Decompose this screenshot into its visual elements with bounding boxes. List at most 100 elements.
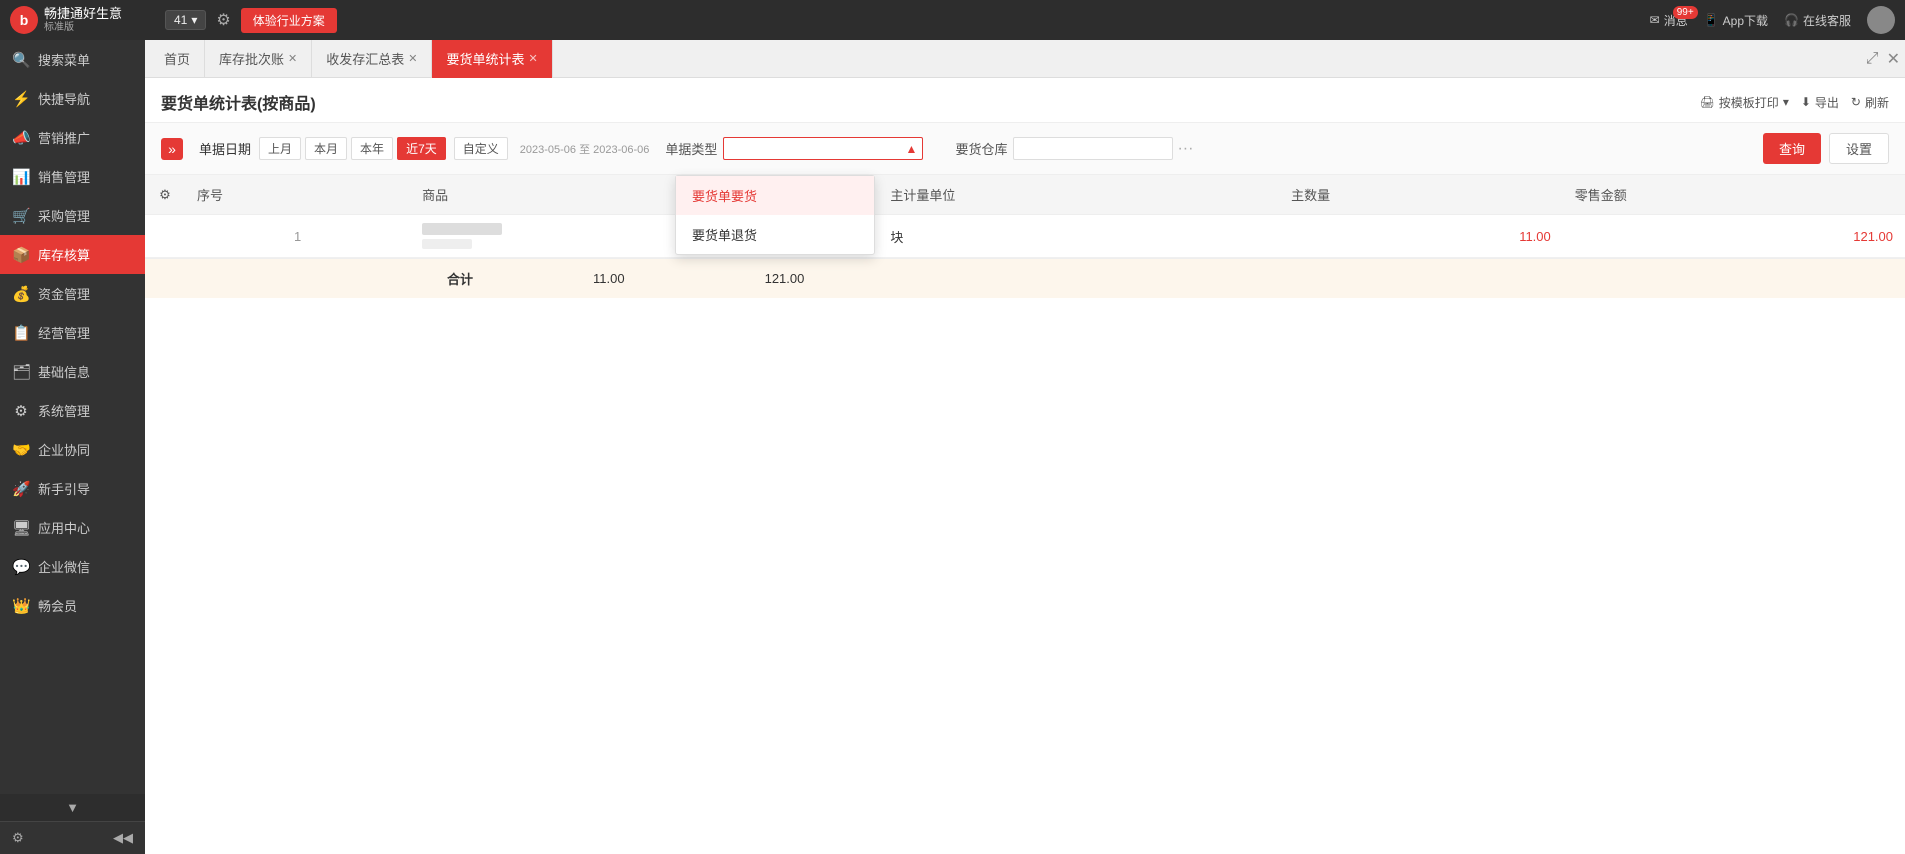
sidebar-item-basic[interactable]: 🗂基础信息 [0, 352, 145, 391]
print-dropdown-icon: ▾ [1783, 95, 1789, 109]
sidebar-item-system[interactable]: ⚙系统管理 [0, 391, 145, 430]
th-amount: 零售金额 [1563, 175, 1905, 215]
content-area: 首页库存批次账 ✕收发存汇总表 ✕要货单统计表 ✕ ⤢ ✕ 要货单统计表(按商品… [145, 40, 1905, 854]
tab-batch-inventory[interactable]: 库存批次账 ✕ [205, 40, 312, 78]
store-selector[interactable]: 41 ▾ [165, 10, 206, 30]
query-button[interactable]: 查询 [1763, 133, 1821, 164]
header-center: 41 ▾ ⚙ 体验行业方案 [155, 8, 1650, 33]
page-header: 要货单统计表(按商品) 🖨 按模板打印 ▾ ⬇ 导出 ↻ 刷新 [145, 78, 1905, 123]
sidebar-icon-system: ⚙ [12, 402, 30, 420]
user-avatar[interactable] [1867, 6, 1895, 34]
trial-button[interactable]: 体验行业方案 [241, 8, 337, 33]
sidebar-item-sales[interactable]: 📊销售管理 [0, 157, 145, 196]
date-btn-last-month[interactable]: 上月 [259, 137, 301, 160]
date-btn-custom[interactable]: 自定义 [454, 137, 508, 160]
sidebar-label-member: 畅会员 [38, 596, 77, 615]
sidebar-item-search[interactable]: 🔍搜索菜单 [0, 40, 145, 79]
sidebar-icon-inventory: 📦 [12, 246, 30, 264]
sidebar-item-finance[interactable]: 💰 资金管理 [0, 274, 145, 313]
tab-requisition-summary[interactable]: 要货单统计表 ✕ [432, 40, 552, 78]
top-header: b 畅捷通好生意 标准版 41 ▾ ⚙ 体验行业方案 ✉ 消息 99+ 📱 Ap… [0, 0, 1905, 40]
header-settings-icon[interactable]: ⚙ [216, 10, 230, 30]
filter-bar: » 单据日期 上月 本月 本年 近7天 自定义 2023-05-06 至 202… [145, 123, 1905, 175]
table-container: ⚙ 序号 商品 主计量单位 主数量 零售金额 1 [145, 175, 1905, 258]
sidebar-label-enterprise: 企业协同 [38, 440, 90, 459]
td-qty-0: 11.00 [1279, 215, 1563, 258]
sidebar-label-guide: 新手引导 [38, 479, 90, 498]
warehouse-select-wrapper: ··· [1013, 137, 1193, 160]
date-btn-7days[interactable]: 近7天 [397, 137, 446, 160]
warehouse-label: 要货仓库 [955, 139, 1007, 158]
footer-label: 合计 [447, 269, 473, 288]
sidebar-label-finance: 资金管理 [38, 284, 90, 303]
sidebar-item-operation[interactable]: 📋经营管理 [0, 313, 145, 352]
sidebar-item-enterprise[interactable]: 🤝 企业协同 [0, 430, 145, 469]
td-index-0: 1 [185, 215, 410, 258]
type-select-wrapper: ▲ [723, 137, 923, 160]
date-btn-this-month[interactable]: 本月 [305, 137, 347, 160]
type-select-input[interactable] [723, 137, 923, 160]
sidebar-scroll-down[interactable]: ▼ [0, 794, 145, 821]
messages-badge: 99+ [1673, 6, 1698, 19]
warehouse-filter-group: 要货仓库 ··· [955, 137, 1193, 160]
online-service-label: 在线客服 [1803, 12, 1851, 29]
refresh-button[interactable]: ↻ 刷新 [1851, 94, 1889, 111]
sidebar-icon-wechat: 💬 [12, 558, 30, 576]
logo-text: 畅捷通好生意 标准版 [44, 6, 122, 34]
sidebar-label-marketing: 营销推广 [38, 128, 90, 147]
sidebar-item-quick-nav[interactable]: ⚡快捷导航 [0, 79, 145, 118]
sidebar-label-basic: 基础信息 [38, 362, 90, 381]
tab-close-shipment-summary[interactable]: ✕ [408, 52, 417, 65]
filter-right-buttons: 查询 设置 [1763, 133, 1889, 164]
sidebar-collapse-icon[interactable]: ◀◀ [113, 830, 133, 846]
sidebar-item-member[interactable]: 👑畅会员 [0, 586, 145, 625]
tab-shipment-summary[interactable]: 收发存汇总表 ✕ [312, 40, 432, 78]
messages-item[interactable]: ✉ 消息 99+ [1650, 12, 1688, 29]
page-title: 要货单统计表(按商品) [161, 90, 316, 114]
sidebar-label-purchase: 采购管理 [38, 206, 90, 225]
sidebar-item-marketing[interactable]: 📣营销推广 [0, 118, 145, 157]
brand-name: 畅捷通好生意 [44, 6, 122, 22]
td-settings-0 [145, 215, 185, 258]
date-btn-this-year[interactable]: 本年 [351, 137, 393, 160]
sidebar-item-purchase[interactable]: 🛒 采购管理 [0, 196, 145, 235]
tab-bar: 首页库存批次账 ✕收发存汇总表 ✕要货单统计表 ✕ ⤢ ✕ [145, 40, 1905, 78]
tab-close-batch-inventory[interactable]: ✕ [288, 52, 297, 65]
data-table: ⚙ 序号 商品 主计量单位 主数量 零售金额 1 [145, 175, 1905, 258]
export-button[interactable]: ⬇ 导出 [1801, 94, 1839, 111]
sidebar-bottom-settings-icon[interactable]: ⚙ [12, 830, 24, 846]
sidebar-item-inventory[interactable]: 📦 库存核算 [0, 235, 145, 274]
chevron-down-icon: ▾ [191, 13, 197, 27]
settings-button[interactable]: 设置 [1829, 133, 1889, 164]
online-service-item[interactable]: 🎧 在线客服 [1784, 12, 1851, 29]
sidebar-bottom: ⚙ ◀◀ [0, 821, 145, 854]
sidebar-item-app-center[interactable]: 🖥应用中心 [0, 508, 145, 547]
td-amount-0: 121.00 [1563, 215, 1905, 258]
phone-icon: 📱 [1704, 13, 1719, 27]
sidebar-label-inventory: 库存核算 [38, 245, 90, 264]
print-button[interactable]: 🖨 按模板打印 ▾ [1700, 94, 1789, 111]
footer-amount: 121.00 [765, 271, 805, 286]
tab-home[interactable]: 首页 [150, 40, 205, 78]
type-dropdown: 要货单要货 要货单退货 [675, 175, 875, 255]
logo-area: b 畅捷通好生意 标准版 [10, 6, 155, 34]
warehouse-more-icon[interactable]: ··· [1177, 140, 1193, 158]
footer-qty: 11.00 [593, 271, 625, 286]
sidebar-label-operation: 经营管理 [38, 323, 90, 342]
app-download-item[interactable]: 📱 App下载 [1704, 12, 1768, 29]
tab-close-requisition-summary[interactable]: ✕ [529, 52, 538, 65]
page-actions: 🖨 按模板打印 ▾ ⬇ 导出 ↻ 刷新 [1700, 94, 1889, 111]
filter-toggle-button[interactable]: » [161, 138, 183, 160]
dropdown-item-requisition-return[interactable]: 要货单退货 [676, 215, 874, 254]
warehouse-select-input[interactable] [1013, 137, 1173, 160]
tab-maximize-icon[interactable]: ⤢ [1866, 50, 1879, 68]
tab-close-all-icon[interactable]: ✕ [1887, 49, 1900, 69]
sidebar-item-guide[interactable]: 🚀新手引导 [0, 469, 145, 508]
sidebar-item-wechat[interactable]: 💬企业微信 [0, 547, 145, 586]
sidebar-icon-enterprise: 🤝 [12, 441, 30, 459]
sidebar-label-app-center: 应用中心 [38, 518, 90, 537]
sidebar-icon-finance: 💰 [12, 285, 30, 303]
dropdown-item-requisition-order[interactable]: 要货单要货 [676, 176, 874, 215]
sidebar-icon-purchase: 🛒 [12, 207, 30, 225]
th-settings[interactable]: ⚙ [145, 175, 185, 215]
